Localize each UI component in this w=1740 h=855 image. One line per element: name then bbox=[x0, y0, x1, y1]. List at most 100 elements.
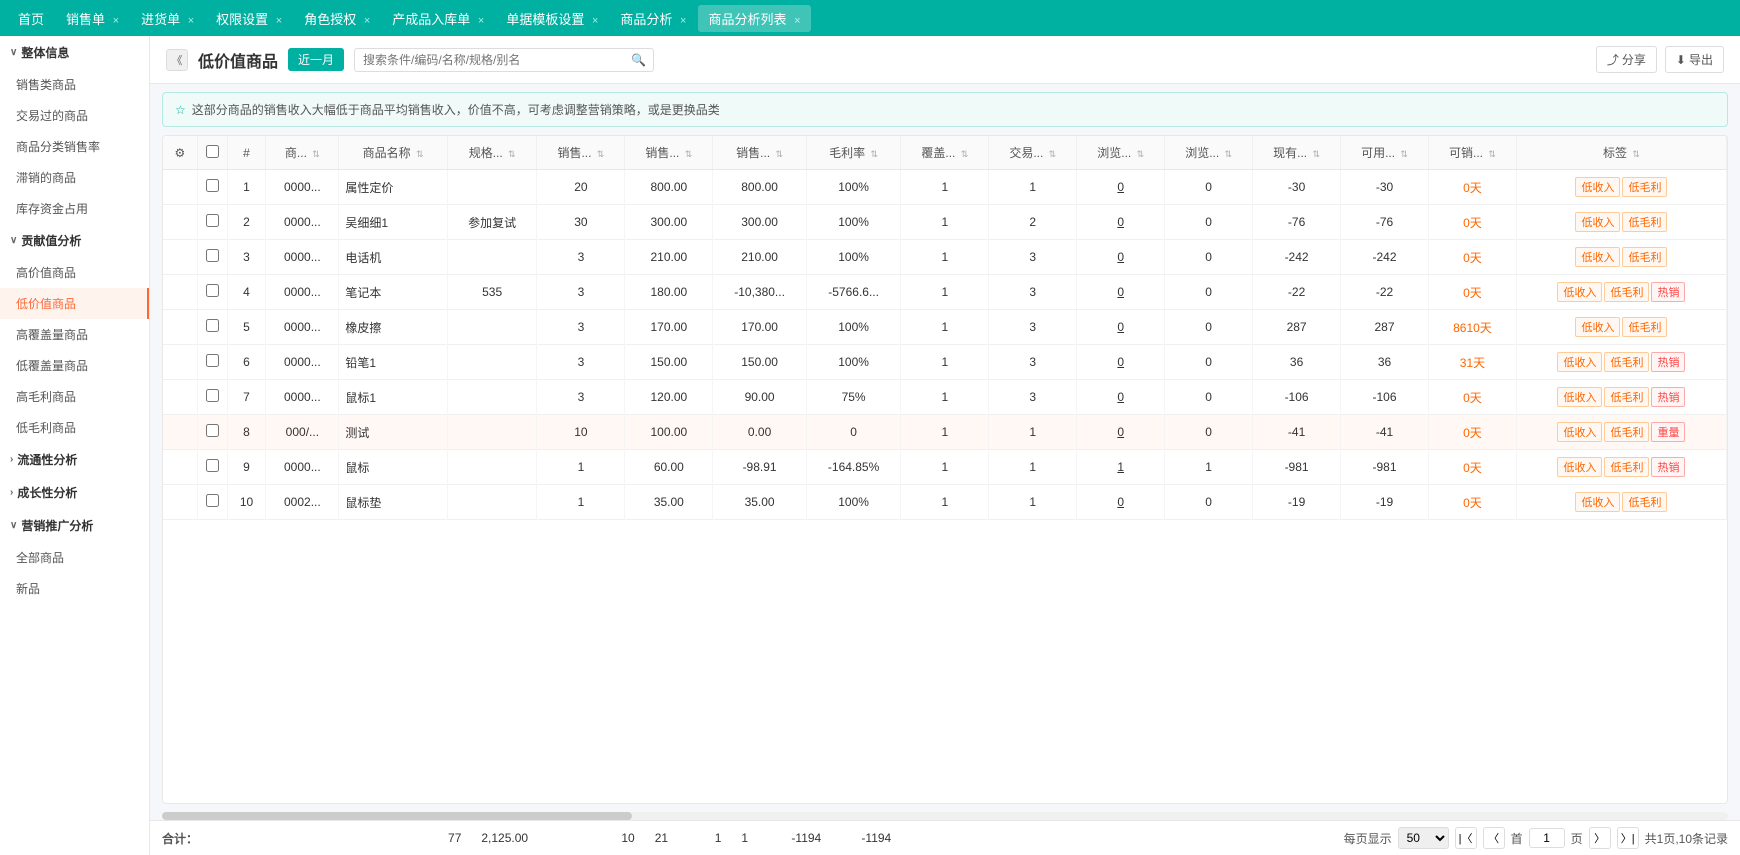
col-transaction[interactable]: 交易... ⇅ bbox=[989, 136, 1077, 170]
select-all-checkbox[interactable] bbox=[206, 145, 219, 158]
sidebar-item-low-margin[interactable]: 低毛利商品 bbox=[0, 412, 149, 443]
col-sales-price[interactable]: 销售... ⇅ bbox=[625, 136, 713, 170]
sidebar-item-inventory-capital[interactable]: 库存资金占用 bbox=[0, 193, 149, 224]
row-checkbox[interactable] bbox=[206, 319, 219, 332]
row-checkbox[interactable] bbox=[206, 179, 219, 192]
first-page-button[interactable]: |〈 bbox=[1455, 827, 1477, 849]
close-purchase-icon[interactable]: × bbox=[188, 15, 194, 27]
view1-link[interactable]: 0 bbox=[1117, 495, 1124, 509]
nav-templates[interactable]: 单据模板设置 × bbox=[496, 5, 608, 32]
cell-view1[interactable]: 0 bbox=[1077, 415, 1165, 450]
close-products-icon[interactable]: × bbox=[478, 15, 484, 27]
next-page-button[interactable]: 〉 bbox=[1589, 827, 1611, 849]
horizontal-scrollbar[interactable] bbox=[162, 812, 1728, 820]
col-margin[interactable]: 毛利率 ⇅ bbox=[806, 136, 901, 170]
col-available[interactable]: 可用... ⇅ bbox=[1341, 136, 1429, 170]
row-checkbox[interactable] bbox=[206, 354, 219, 367]
col-spec[interactable]: 规格... ⇅ bbox=[447, 136, 537, 170]
col-tags[interactable]: 标签 ⇅ bbox=[1516, 136, 1726, 170]
col-view1[interactable]: 浏览... ⇅ bbox=[1077, 136, 1165, 170]
close-sales-icon[interactable]: × bbox=[113, 15, 119, 27]
cell-view1[interactable]: 0 bbox=[1077, 275, 1165, 310]
date-filter-button[interactable]: 近一月 bbox=[288, 48, 344, 71]
sidebar-item-all-goods[interactable]: 全部商品 bbox=[0, 542, 149, 573]
row-checkbox[interactable] bbox=[206, 389, 219, 402]
nav-purchase[interactable]: 进货单 × bbox=[131, 5, 204, 32]
view1-link[interactable]: 0 bbox=[1117, 250, 1124, 264]
search-input[interactable] bbox=[354, 48, 654, 72]
cell-checkbox[interactable] bbox=[197, 240, 227, 275]
nav-roles[interactable]: 角色授权 × bbox=[294, 5, 380, 32]
nav-home[interactable]: 首页 bbox=[8, 5, 54, 32]
cell-checkbox[interactable] bbox=[197, 415, 227, 450]
close-goods-analysis-icon[interactable]: × bbox=[680, 15, 686, 27]
sidebar-item-low-value[interactable]: 低价值商品 bbox=[0, 288, 149, 319]
cell-checkbox[interactable] bbox=[197, 275, 227, 310]
view1-link[interactable]: 0 bbox=[1117, 425, 1124, 439]
cell-view1[interactable]: 0 bbox=[1077, 170, 1165, 205]
row-checkbox[interactable] bbox=[206, 214, 219, 227]
cell-view1[interactable]: 0 bbox=[1077, 380, 1165, 415]
cell-view1[interactable]: 0 bbox=[1077, 345, 1165, 380]
view1-link[interactable]: 0 bbox=[1117, 285, 1124, 299]
cell-view1[interactable]: 0 bbox=[1077, 310, 1165, 345]
view1-link[interactable]: 0 bbox=[1117, 215, 1124, 229]
cell-checkbox[interactable] bbox=[197, 170, 227, 205]
page-number-input[interactable] bbox=[1529, 828, 1565, 848]
cell-checkbox[interactable] bbox=[197, 450, 227, 485]
sidebar-item-sales-goods[interactable]: 销售类商品 bbox=[0, 69, 149, 100]
col-sellable[interactable]: 可销... ⇅ bbox=[1428, 136, 1516, 170]
sidebar-item-high-coverage[interactable]: 高覆盖量商品 bbox=[0, 319, 149, 350]
cell-view1[interactable]: 0 bbox=[1077, 485, 1165, 520]
view1-link[interactable]: 0 bbox=[1117, 390, 1124, 404]
close-goods-list-icon[interactable]: × bbox=[794, 15, 800, 27]
nav-goods-list[interactable]: 商品分析列表 × bbox=[698, 5, 810, 32]
sidebar-item-category-rate[interactable]: 商品分类销售率 bbox=[0, 131, 149, 162]
page-size-select[interactable]: 50 100 bbox=[1398, 827, 1449, 849]
prev-page-button[interactable]: 〈 bbox=[1483, 827, 1505, 849]
close-roles-icon[interactable]: × bbox=[364, 15, 370, 27]
sidebar-item-slow-goods[interactable]: 滞销的商品 bbox=[0, 162, 149, 193]
cell-view1[interactable]: 1 bbox=[1077, 450, 1165, 485]
search-icon[interactable]: 🔍 bbox=[631, 53, 646, 67]
cell-view1[interactable]: 0 bbox=[1077, 240, 1165, 275]
sidebar-item-new-goods[interactable]: 新品 bbox=[0, 573, 149, 604]
nav-products[interactable]: 产成品入库单 × bbox=[382, 5, 494, 32]
sidebar-group-growth[interactable]: ›成长性分析 bbox=[0, 476, 149, 509]
view1-link[interactable]: 0 bbox=[1117, 180, 1124, 194]
view1-link[interactable]: 0 bbox=[1117, 320, 1124, 334]
cell-checkbox[interactable] bbox=[197, 310, 227, 345]
last-page-button[interactable]: 〉| bbox=[1617, 827, 1639, 849]
close-permissions-icon[interactable]: × bbox=[276, 15, 282, 27]
col-name[interactable]: 商品名称 ⇅ bbox=[339, 136, 448, 170]
row-checkbox[interactable] bbox=[206, 284, 219, 297]
row-checkbox[interactable] bbox=[206, 424, 219, 437]
sidebar-item-traded-goods[interactable]: 交易过的商品 bbox=[0, 100, 149, 131]
cell-checkbox[interactable] bbox=[197, 485, 227, 520]
nav-sales[interactable]: 销售单 × bbox=[56, 5, 129, 32]
row-checkbox[interactable] bbox=[206, 494, 219, 507]
sidebar-item-high-value[interactable]: 高价值商品 bbox=[0, 257, 149, 288]
cell-checkbox[interactable] bbox=[197, 345, 227, 380]
col-code[interactable]: 商... ⇅ bbox=[266, 136, 339, 170]
sidebar-group-marketing[interactable]: ∨营销推广分析 bbox=[0, 509, 149, 542]
nav-goods-analysis[interactable]: 商品分析 × bbox=[610, 5, 696, 32]
sidebar-item-low-coverage[interactable]: 低覆盖量商品 bbox=[0, 350, 149, 381]
row-checkbox[interactable] bbox=[206, 249, 219, 262]
cell-checkbox[interactable] bbox=[197, 205, 227, 240]
sidebar-collapse-button[interactable]: 《 bbox=[166, 49, 188, 71]
col-view2[interactable]: 浏览... ⇅ bbox=[1165, 136, 1253, 170]
sidebar-item-high-margin[interactable]: 高毛利商品 bbox=[0, 381, 149, 412]
col-settings[interactable]: ⚙ bbox=[163, 136, 197, 170]
view1-link[interactable]: 1 bbox=[1117, 460, 1124, 474]
cell-checkbox[interactable] bbox=[197, 380, 227, 415]
nav-permissions[interactable]: 权限设置 × bbox=[206, 5, 292, 32]
sidebar-group-overall[interactable]: ∨整体信息 bbox=[0, 36, 149, 69]
share-button[interactable]: ⤴ 分享 bbox=[1596, 46, 1657, 73]
row-checkbox[interactable] bbox=[206, 459, 219, 472]
col-sales-amount[interactable]: 销售... ⇅ bbox=[713, 136, 807, 170]
col-coverage[interactable]: 覆盖... ⇅ bbox=[901, 136, 989, 170]
sidebar-group-flow[interactable]: ›流通性分析 bbox=[0, 443, 149, 476]
col-sales-qty[interactable]: 销售... ⇅ bbox=[537, 136, 625, 170]
cell-view1[interactable]: 0 bbox=[1077, 205, 1165, 240]
